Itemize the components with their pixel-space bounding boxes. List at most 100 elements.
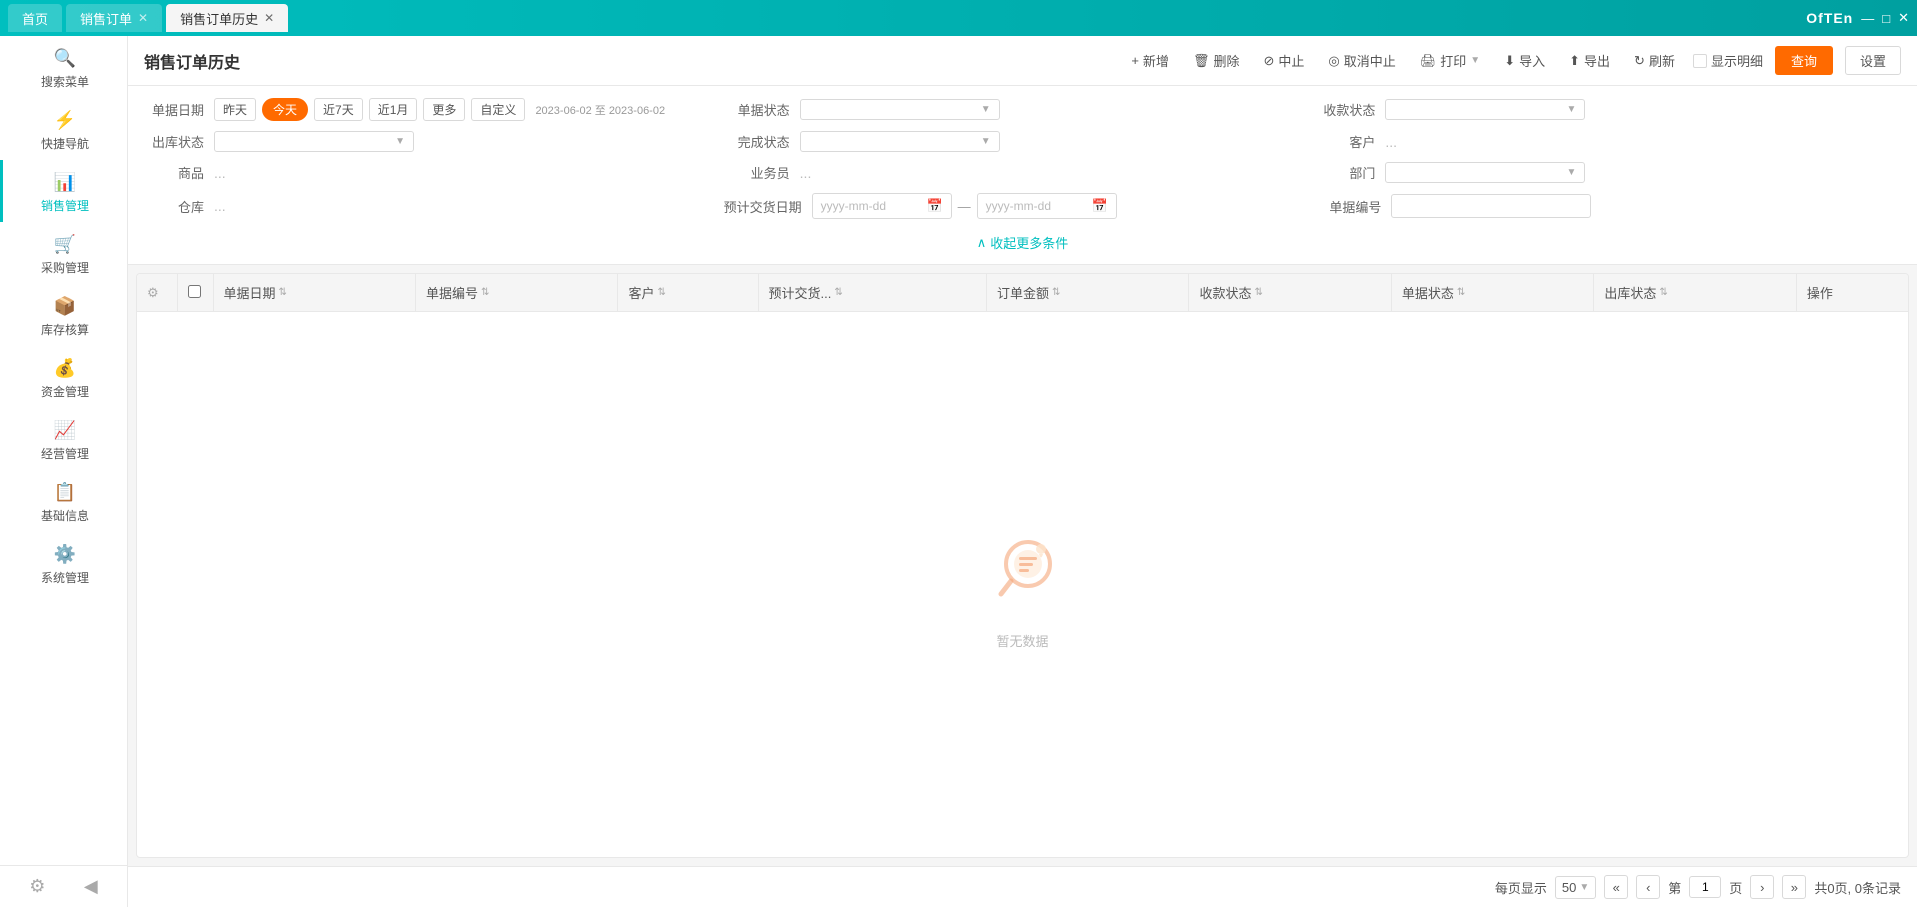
payment-status-label: 收款状态 <box>1315 100 1385 119</box>
prev-page-button[interactable]: ‹ <box>1636 875 1660 899</box>
setting-button[interactable]: 设置 <box>1845 46 1901 75</box>
maximize-button[interactable]: □ <box>1882 11 1890 26</box>
top-bar: 首页 销售订单 ✕ 销售订单历史 ✕ OfTEn — □ ✕ <box>0 0 1917 36</box>
date-btn-7days[interactable]: 近7天 <box>314 98 363 121</box>
date-btn-1month[interactable]: 近1月 <box>369 98 418 121</box>
show-detail-checkbox[interactable]: 显示明细 <box>1693 51 1763 70</box>
sort-payment-icon[interactable]: ⇅ <box>1254 287 1262 298</box>
current-page-input[interactable] <box>1689 876 1721 898</box>
toolbar: + 新增 🗑 删除 ⊘ 中止 ◎ 取消中止 🖨 打印 <box>1125 46 1901 75</box>
bill-status-select[interactable]: ▼ <box>800 99 1000 120</box>
sidebar-item-search[interactable]: 🔍 搜索菜单 <box>0 36 127 98</box>
date-btn-more[interactable]: 更多 <box>423 98 465 121</box>
close-tab-sales-order-history[interactable]: ✕ <box>264 11 274 25</box>
sidebar-item-quick-nav[interactable]: ⚡ 快捷导航 <box>0 98 127 160</box>
system-icon: ⚙️ <box>54 544 76 565</box>
close-tab-sales-order[interactable]: ✕ <box>138 11 148 25</box>
th-bill-status: 单据状态 ⇅ <box>1391 274 1593 312</box>
calendar-to-icon[interactable]: 📅 <box>1091 198 1107 214</box>
complete-status-select[interactable]: ▼ <box>800 131 1000 152</box>
filter-row-4: 仓库 ... 预计交货日期 yyyy-mm-dd 📅 — yyyy-mm-dd … <box>144 193 1901 219</box>
export-button[interactable]: ⬆ 导出 <box>1563 47 1616 74</box>
search-icon: 🔍 <box>54 48 76 69</box>
quick-nav-icon: ⚡ <box>54 110 76 131</box>
sort-date-icon[interactable]: ⇅ <box>279 287 287 298</box>
delivery-status-select[interactable]: ▼ <box>214 131 414 152</box>
page-size-select[interactable]: 50 ▼ <box>1555 876 1596 899</box>
customer-label: 客户 <box>1315 132 1385 151</box>
date-btn-custom[interactable]: 自定义 <box>471 98 525 121</box>
complete-status-label: 完成状态 <box>730 132 800 151</box>
table-area: ⚙ 单据日期 ⇅ <box>136 273 1909 858</box>
salesperson-picker[interactable]: ... <box>800 165 812 181</box>
sort-customer-icon[interactable]: ⇅ <box>657 287 665 298</box>
product-picker[interactable]: ... <box>214 165 226 181</box>
base-icon: 📋 <box>54 482 76 503</box>
import-button[interactable]: ⬇ 导入 <box>1498 47 1551 74</box>
complete-dropdown-icon: ▼ <box>981 136 991 147</box>
th-date: 单据日期 ⇅ <box>213 274 415 312</box>
table-header-row: ⚙ 单据日期 ⇅ <box>137 274 1908 312</box>
filter-row-1: 单据日期 昨天 今天 近7天 近1月 更多 自定义 2023-06-02 至 2… <box>144 98 1901 121</box>
tab-sales-order[interactable]: 销售订单 ✕ <box>66 4 162 32</box>
sidebar-item-capital[interactable]: 💰 资金管理 <box>0 346 127 408</box>
tab-sales-order-history[interactable]: 销售订单历史 ✕ <box>166 4 288 32</box>
date-btn-today[interactable]: 今天 <box>262 98 308 121</box>
stop-button[interactable]: ⊘ 中止 <box>1257 47 1310 74</box>
sort-delivery-status-icon[interactable]: ⇅ <box>1659 287 1667 298</box>
sidebar-item-inventory[interactable]: 📦 库存核算 <box>0 284 127 346</box>
tab-home[interactable]: 首页 <box>8 4 62 32</box>
warehouse-picker[interactable]: ... <box>214 198 226 214</box>
first-page-button[interactable]: « <box>1604 875 1628 899</box>
th-payment-status: 收款状态 ⇅ <box>1189 274 1391 312</box>
filter-area: 单据日期 昨天 今天 近7天 近1月 更多 自定义 2023-06-02 至 2… <box>128 86 1917 265</box>
import-icon: ⬇ <box>1504 53 1515 69</box>
th-checkbox <box>177 274 213 312</box>
collapse-bar[interactable]: ∧ 收起更多条件 <box>144 229 1901 252</box>
date-range-text: 2023-06-02 至 2023-06-02 <box>535 102 665 118</box>
print-button[interactable]: 🖨 打印 ▼ <box>1414 47 1486 74</box>
table-settings-gear[interactable]: ⚙ <box>147 285 159 300</box>
th-customer: 客户 ⇅ <box>618 274 758 312</box>
query-button[interactable]: 查询 <box>1775 46 1833 75</box>
customer-picker[interactable]: ... <box>1385 134 1397 150</box>
sidebar-item-base[interactable]: 📋 基础信息 <box>0 470 127 532</box>
dept-label: 部门 <box>1315 163 1385 182</box>
calendar-from-icon[interactable]: 📅 <box>926 198 942 214</box>
sort-bill-status-icon[interactable]: ⇅ <box>1457 287 1465 298</box>
sidebar-bottom: ⚙ ◀ <box>0 865 127 907</box>
sort-delivery-icon[interactable]: ⇅ <box>834 287 842 298</box>
refresh-button[interactable]: ↻ 刷新 <box>1628 47 1681 74</box>
minimize-button[interactable]: — <box>1861 11 1874 26</box>
pagination: 每页显示 50 ▼ « ‹ 第 页 › » 共0页, 0条记录 <box>128 866 1917 907</box>
sidebar-item-purchase[interactable]: 🛒 采购管理 <box>0 222 127 284</box>
sort-amount-icon[interactable]: ⇅ <box>1052 287 1060 298</box>
new-button[interactable]: + 新增 <box>1125 47 1175 74</box>
sidebar-item-operation[interactable]: 📈 经营管理 <box>0 408 127 470</box>
bill-no-label: 单据编号 <box>1321 197 1391 216</box>
dept-select[interactable]: ▼ <box>1385 162 1585 183</box>
th-amount: 订单金额 ⇅ <box>986 274 1188 312</box>
content-area: 销售订单历史 + 新增 🗑 删除 ⊘ 中止 ◎ 取消中止 <box>128 36 1917 907</box>
date-btn-yesterday[interactable]: 昨天 <box>214 98 256 121</box>
bill-no-input[interactable] <box>1391 194 1591 218</box>
sidebar-settings-icon[interactable]: ⚙ <box>29 876 45 897</box>
next-page-button[interactable]: › <box>1750 875 1774 899</box>
sidebar-item-sales[interactable]: 📊 销售管理 <box>0 160 127 222</box>
cancel-stop-button[interactable]: ◎ 取消中止 <box>1322 47 1401 74</box>
chevron-up-icon: ∧ <box>977 235 987 251</box>
stop-icon: ⊘ <box>1263 53 1274 69</box>
customer-field: ... <box>1385 134 1901 150</box>
sidebar-collapse-icon[interactable]: ◀ <box>84 876 98 897</box>
last-page-button[interactable]: » <box>1782 875 1806 899</box>
close-window-button[interactable]: ✕ <box>1898 10 1909 26</box>
expected-date-from-wrap: yyyy-mm-dd 📅 <box>812 193 952 219</box>
sidebar-item-system[interactable]: ⚙️ 系统管理 <box>0 532 127 594</box>
select-all-checkbox[interactable] <box>188 285 201 298</box>
operation-icon: 📈 <box>54 420 76 441</box>
delete-button[interactable]: 🗑 删除 <box>1187 47 1246 74</box>
new-icon: + <box>1131 53 1139 68</box>
payment-status-select[interactable]: ▼ <box>1385 99 1585 120</box>
purchase-icon: 🛒 <box>54 234 76 255</box>
sort-bill-no-icon[interactable]: ⇅ <box>481 287 489 298</box>
